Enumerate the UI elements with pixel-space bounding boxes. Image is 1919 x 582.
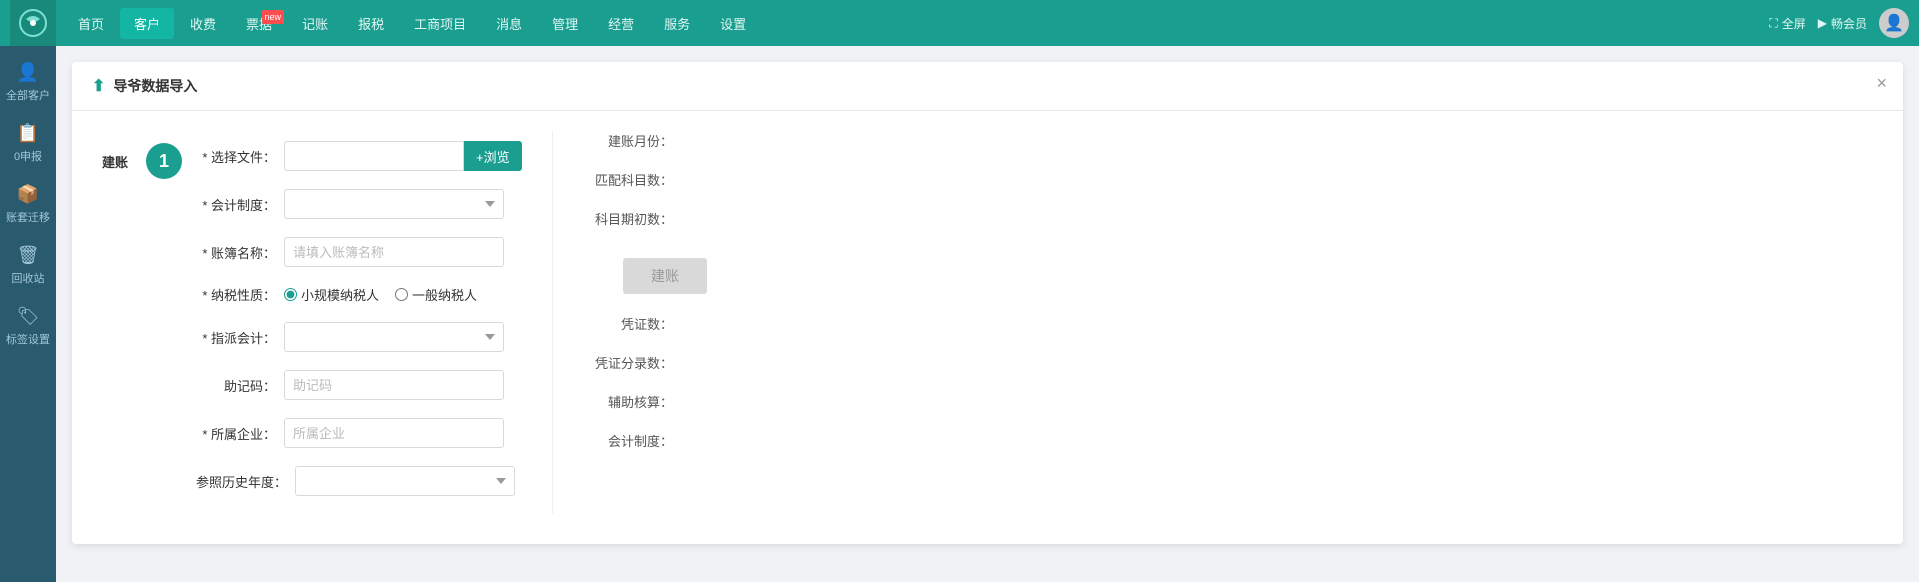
- file-input[interactable]: [284, 141, 464, 171]
- file-label: * 选择文件：: [196, 147, 276, 166]
- accounting-select[interactable]: [284, 189, 504, 219]
- all-clients-icon: 👤: [17, 62, 39, 83]
- ledger-row: * 账簿名称：: [196, 237, 522, 267]
- sidebar-item-migrate[interactable]: 📦 账套迁移: [0, 176, 56, 233]
- accountant-row: * 指派会计：: [196, 322, 522, 352]
- tax-small-radio[interactable]: 小规模纳税人: [284, 285, 379, 304]
- nav-invoice[interactable]: 票据 new: [232, 8, 286, 39]
- nav-bookkeeping[interactable]: 记账: [288, 8, 342, 39]
- info-month-label: 建账月份：: [583, 131, 673, 150]
- close-button[interactable]: ×: [1876, 74, 1887, 92]
- tax-general-radio[interactable]: 一般纳税人: [395, 285, 477, 304]
- sidebar-item-tags[interactable]: 🏷 标签设置: [0, 298, 56, 355]
- nav-charge[interactable]: 收费: [176, 8, 230, 39]
- memo-label: 助记码：: [196, 376, 276, 395]
- nav-menu: 首页 客户 收费 票据 new 记账 报税 工商项目 消息 管理 经营 服务 设…: [64, 8, 1769, 39]
- zero-declare-icon: 📋: [17, 123, 39, 144]
- ledger-label: * 账簿名称：: [196, 243, 276, 262]
- info-voucher-row: 凭证数：: [583, 314, 1903, 333]
- info-match-row: 匹配科目数：: [583, 170, 1903, 189]
- panel-header: ⬆ 导爷数据导入 ×: [72, 62, 1903, 111]
- sidebar: 👤 全部客户 📋 0申报 📦 账套迁移 🗑 回收站 🏷 标签设置: [0, 46, 56, 582]
- accountant-label: * 指派会计：: [196, 328, 276, 347]
- file-row: * 选择文件： +浏览: [196, 141, 522, 171]
- file-input-wrapper: +浏览: [284, 141, 522, 171]
- memo-row: 助记码：: [196, 370, 522, 400]
- nav-operation[interactable]: 经营: [594, 8, 648, 39]
- sidebar-item-zero-declare[interactable]: 📋 0申报: [0, 115, 56, 172]
- vip-button[interactable]: ▶ 畅会员: [1818, 15, 1867, 32]
- info-voucher-records-label: 凭证分录数：: [583, 353, 673, 372]
- tax-label: * 纳税性质：: [196, 285, 276, 304]
- avatar-icon: 👤: [1884, 13, 1904, 33]
- accounting-row: * 会计制度：: [196, 189, 522, 219]
- sidebar-item-all-clients[interactable]: 👤 全部客户: [0, 54, 56, 111]
- panel-body: 建账 1 * 选择文件：: [72, 111, 1903, 544]
- history-label: 参照历史年度：: [196, 472, 287, 491]
- tax-radio-group: 小规模纳税人 一般纳税人: [284, 285, 477, 304]
- app-logo: [10, 0, 56, 46]
- company-input[interactable]: [284, 418, 504, 448]
- nav-tax[interactable]: 报税: [344, 8, 398, 39]
- main-layout: 👤 全部客户 📋 0申报 📦 账套迁移 🗑 回收站 🏷 标签设置 ⬆ 导爷数据导…: [0, 46, 1919, 582]
- nav-manage[interactable]: 管理: [538, 8, 592, 39]
- info-auxiliary-row: 辅助核算：: [583, 392, 1903, 411]
- accountant-select[interactable]: [284, 322, 504, 352]
- company-row: * 所属企业：: [196, 418, 522, 448]
- step-circle: 1: [146, 143, 182, 179]
- accounting-label: * 会计制度：: [196, 195, 276, 214]
- info-auxiliary-label: 辅助核算：: [583, 392, 673, 411]
- top-navigation: 首页 客户 收费 票据 new 记账 报税 工商项目 消息 管理 经营 服务 设…: [0, 0, 1919, 46]
- nav-home[interactable]: 首页: [64, 8, 118, 39]
- company-label: * 所属企业：: [196, 424, 276, 443]
- tax-row: * 纳税性质： 小规模纳税人 一般纳税人: [196, 285, 522, 304]
- vip-icon: ▶: [1818, 16, 1827, 30]
- new-badge: new: [262, 10, 285, 24]
- form-area: * 选择文件： +浏览 * 会计制度：: [196, 141, 542, 514]
- establish-button[interactable]: 建账: [623, 258, 707, 294]
- history-row: 参照历史年度：: [196, 466, 522, 496]
- step-label: 建账: [102, 152, 128, 171]
- nav-service[interactable]: 服务: [650, 8, 704, 39]
- info-accounting-system-label: 会计制度：: [583, 431, 673, 450]
- info-area: 建账月份： 匹配科目数： 科目期初数： 建账: [552, 131, 1903, 514]
- history-select[interactable]: [295, 466, 515, 496]
- import-panel: ⬆ 导爷数据导入 × 建账 1: [72, 62, 1903, 544]
- import-icon: ⬆: [92, 76, 105, 96]
- sidebar-item-recycle[interactable]: 🗑 回收站: [0, 237, 56, 294]
- fullscreen-button[interactable]: ⛶ 全屏: [1769, 15, 1805, 32]
- info-period-label: 科目期初数：: [583, 209, 673, 228]
- tags-icon: 🏷: [17, 306, 40, 327]
- panel-title: 导爷数据导入: [113, 76, 197, 96]
- browse-button[interactable]: +浏览: [464, 141, 522, 171]
- migrate-icon: 📦: [17, 184, 39, 205]
- info-voucher-label: 凭证数：: [583, 314, 673, 333]
- info-voucher-records-row: 凭证分录数：: [583, 353, 1903, 372]
- nav-business[interactable]: 工商项目: [400, 8, 480, 39]
- info-accounting-system-row: 会计制度：: [583, 431, 1903, 450]
- memo-input[interactable]: [284, 370, 504, 400]
- nav-right-area: ⛶ 全屏 ▶ 畅会员 👤: [1769, 8, 1909, 38]
- user-avatar[interactable]: 👤: [1879, 8, 1909, 38]
- info-month-row: 建账月份：: [583, 131, 1903, 150]
- nav-client[interactable]: 客户: [120, 8, 174, 39]
- info-period-row: 科目期初数：: [583, 209, 1903, 228]
- fullscreen-icon: ⛶: [1769, 16, 1777, 31]
- info-match-label: 匹配科目数：: [583, 170, 673, 189]
- recycle-icon: 🗑: [17, 245, 40, 266]
- nav-message[interactable]: 消息: [482, 8, 536, 39]
- main-content: ⬆ 导爷数据导入 × 建账 1: [56, 46, 1919, 582]
- ledger-input[interactable]: [284, 237, 504, 267]
- logo-icon: [19, 9, 47, 37]
- nav-settings[interactable]: 设置: [706, 8, 760, 39]
